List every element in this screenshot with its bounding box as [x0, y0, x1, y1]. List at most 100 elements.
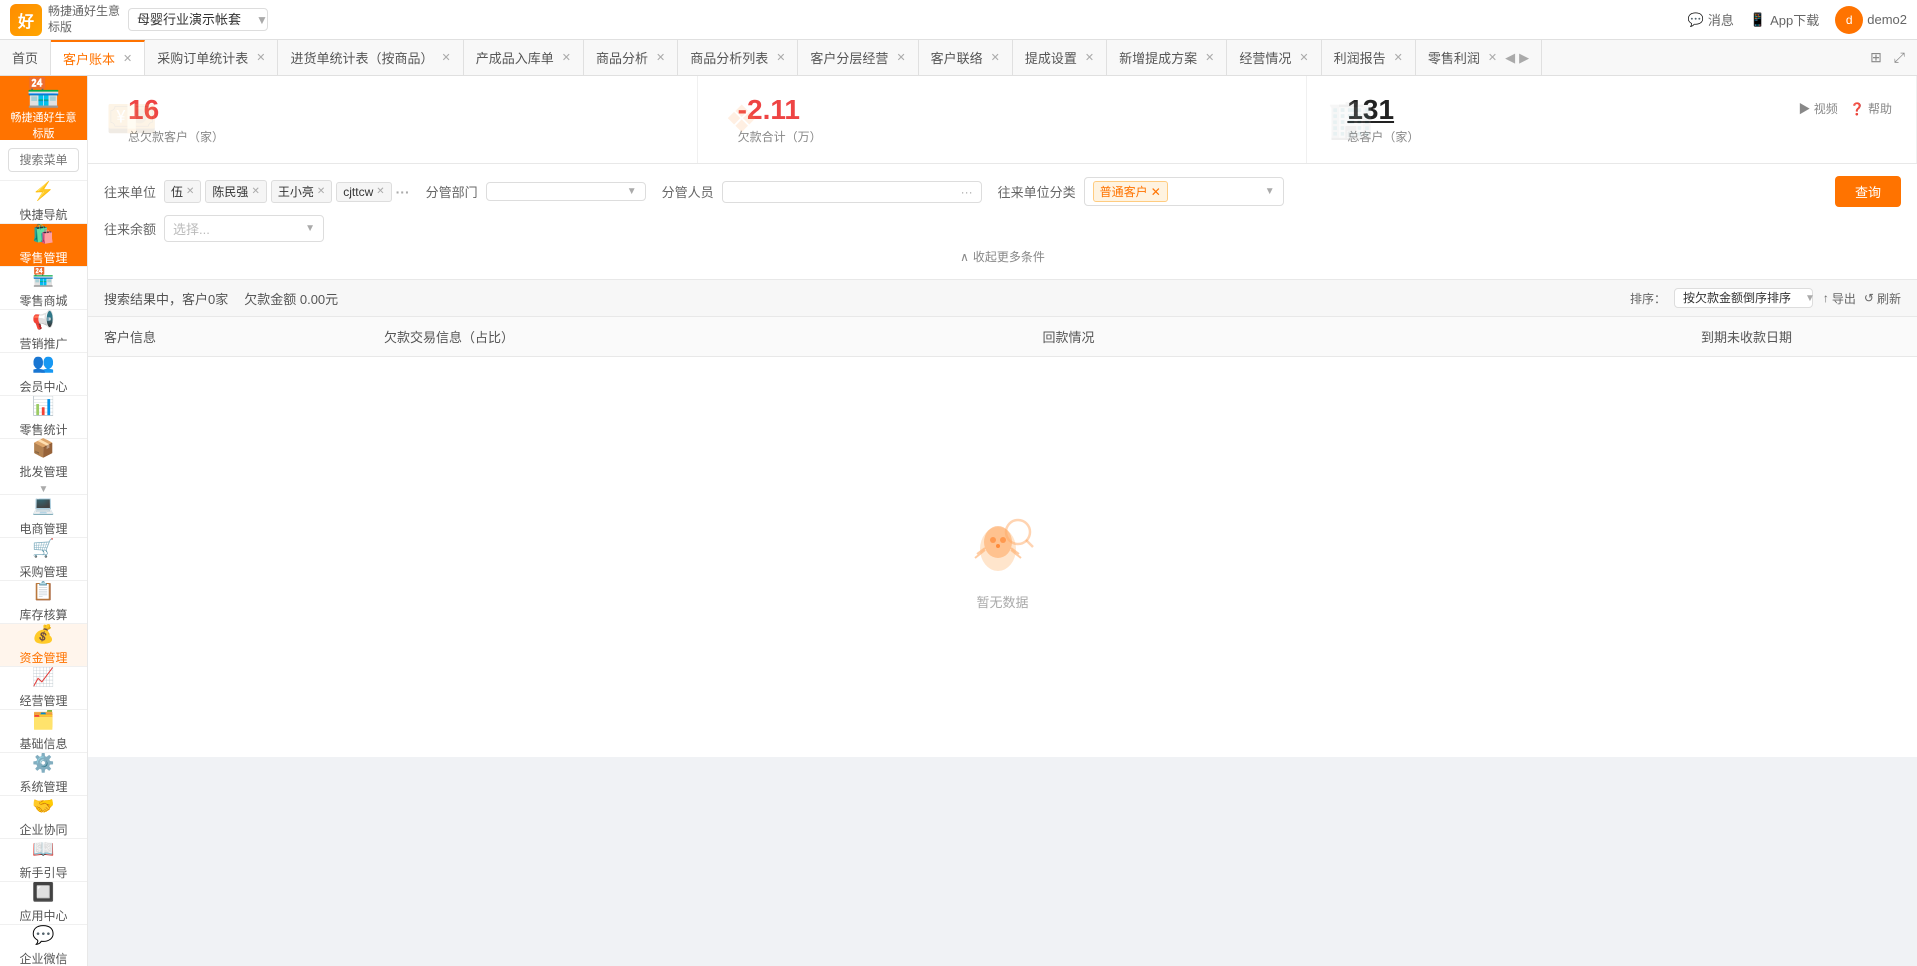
- tab-goods-analysis-list-label: 商品分析列表: [690, 48, 768, 67]
- sidebar-item-basic-info[interactable]: 🗂️ 基础信息: [0, 710, 87, 753]
- tab-goods-analysis-list-close[interactable]: ✕: [776, 51, 785, 64]
- filter-label-category: 往来单位分类: [998, 182, 1076, 201]
- sidebar-item-inventory[interactable]: 📋 库存核算: [0, 581, 87, 624]
- filter-tag-wu-close[interactable]: ✕: [186, 186, 194, 197]
- help-action[interactable]: ❓ 帮助: [1850, 100, 1892, 117]
- filter-more-btn[interactable]: ···: [396, 184, 410, 200]
- query-button[interactable]: 查询: [1835, 176, 1901, 207]
- tab-retail-profit-close[interactable]: ✕: [1488, 51, 1497, 64]
- stat-actions: ▶ 视频 ❓ 帮助: [1798, 92, 1892, 117]
- tab-customer-contact-label: 客户联络: [931, 48, 983, 67]
- tab-customer-account[interactable]: 客户账本 ✕: [51, 40, 145, 76]
- col-due-date: 到期未收款日期: [1701, 327, 1901, 346]
- tab-goods-analysis[interactable]: 商品分析 ✕: [584, 40, 678, 76]
- tab-new-commission-close[interactable]: ✕: [1205, 51, 1214, 64]
- filter-person-select[interactable]: ···: [722, 181, 982, 203]
- tab-product-inbound[interactable]: 产成品入库单 ✕: [464, 40, 584, 76]
- tab-goods-stats[interactable]: 进货单统计表（按商品） ✕: [278, 40, 463, 76]
- tab-goods-analysis-close[interactable]: ✕: [656, 51, 665, 64]
- sidebar-item-finance[interactable]: 💰 资金管理: [0, 624, 87, 667]
- store-selector[interactable]: 母婴行业演示帐套: [128, 8, 268, 31]
- filter-category-tag: 普通客户 ✕: [1093, 181, 1168, 202]
- sidebar-search-input[interactable]: [8, 148, 79, 172]
- stat-card-customers: 💴 16 总欠款客户（家）: [88, 76, 698, 163]
- sidebar-item-ecommerce[interactable]: 💻 电商管理: [0, 495, 87, 538]
- video-action[interactable]: ▶ 视频: [1798, 100, 1837, 117]
- user-name: demo2: [1867, 12, 1907, 27]
- sidebar-item-marketing[interactable]: 📢 营销推广: [0, 310, 87, 353]
- sidebar-item-retail-mall[interactable]: 🏪 零售商城: [0, 267, 87, 310]
- expand-tabs-icon[interactable]: ⊞: [1866, 47, 1886, 68]
- tab-customer-layer-close[interactable]: ✕: [896, 51, 905, 64]
- sidebar-item-operation-label: 经营管理: [19, 692, 67, 709]
- tab-profit[interactable]: 利润报告 ✕: [1322, 40, 1416, 76]
- tab-goods-analysis-list[interactable]: 商品分析列表 ✕: [678, 40, 798, 76]
- collapse-button[interactable]: ∧ 收起更多条件: [104, 242, 1901, 271]
- sidebar-item-wechat[interactable]: 💬 企业微信: [0, 925, 87, 966]
- stat-icon-building: 🏢: [1323, 92, 1379, 148]
- purchase-icon: 🛒: [32, 538, 54, 559]
- sidebar-item-member[interactable]: 👥 会员中心: [0, 353, 87, 396]
- tab-customer-account-close[interactable]: ✕: [123, 52, 132, 65]
- sidebar-item-retail[interactable]: 🛍️ 零售管理: [0, 224, 87, 267]
- app-download-action[interactable]: 📱 App下载: [1750, 10, 1819, 29]
- refresh-button[interactable]: ↺ 刷新: [1864, 290, 1901, 307]
- export-button[interactable]: ↑ 导出: [1823, 290, 1856, 307]
- tab-operation[interactable]: 经营情况 ✕: [1227, 40, 1321, 76]
- message-action[interactable]: 💬 消息: [1688, 10, 1734, 29]
- user-area[interactable]: d demo2: [1835, 6, 1907, 34]
- tab-purchase-order-close[interactable]: ✕: [256, 51, 265, 64]
- sidebar-item-retail-stats[interactable]: 📊 零售统计: [0, 396, 87, 439]
- person-more-icon: ···: [961, 185, 973, 199]
- tab-customer-contact[interactable]: 客户联络 ✕: [919, 40, 1013, 76]
- sidebar-item-guide[interactable]: 📖 新手引导: [0, 839, 87, 882]
- fullscreen-icon[interactable]: ⤢: [1890, 47, 1909, 68]
- filter-dept-select[interactable]: ▼: [486, 182, 646, 201]
- tab-product-inbound-close[interactable]: ✕: [562, 51, 571, 64]
- sidebar-item-app-center[interactable]: 🔲 应用中心: [0, 882, 87, 925]
- filter-tag-wang-close[interactable]: ✕: [317, 186, 325, 197]
- tab-operation-label: 经营情况: [1239, 48, 1291, 67]
- filter-tag-wang: 王小亮 ✕: [271, 180, 332, 203]
- tab-profit-close[interactable]: ✕: [1394, 51, 1403, 64]
- tab-commission-settings[interactable]: 提成设置 ✕: [1013, 40, 1107, 76]
- export-label: 导出: [1832, 290, 1856, 307]
- filter-tag-cjttcw-close[interactable]: ✕: [376, 186, 384, 197]
- table-wrap: 客户信息 欠款交易信息（占比） 回款情况 到期未收款日期: [88, 317, 1917, 757]
- amount-text: 欠款金额 0.00元: [244, 289, 338, 308]
- tab-new-commission[interactable]: 新增提成方案 ✕: [1107, 40, 1227, 76]
- tab-retail-profit[interactable]: 零售利润 ✕ ◀ ▶: [1416, 40, 1542, 76]
- tab-goods-stats-close[interactable]: ✕: [442, 51, 451, 64]
- topbar: 好 畅捷通好生意 标版 母婴行业演示帐套 ▼ 💬 消息 📱 App下载 d de…: [0, 0, 1917, 40]
- sidebar-item-cooperation-label: 企业协同: [19, 821, 67, 838]
- tab-home[interactable]: 首页: [0, 40, 51, 76]
- tab-commission-settings-close[interactable]: ✕: [1085, 51, 1094, 64]
- tab-operation-close[interactable]: ✕: [1299, 51, 1308, 64]
- retail-stats-icon: 📊: [32, 396, 54, 417]
- sidebar-item-operation[interactable]: 📈 经营管理: [0, 667, 87, 710]
- sidebar-item-quick-nav[interactable]: ⚡ 快捷导航: [0, 181, 87, 224]
- tab-customer-contact-close[interactable]: ✕: [991, 51, 1000, 64]
- filter-tag-chen-close[interactable]: ✕: [251, 186, 259, 197]
- chevron-left-icon[interactable]: ◀: [1505, 50, 1515, 66]
- logo-icon: 好: [10, 4, 42, 36]
- sidebar-item-system[interactable]: ⚙️ 系统管理: [0, 753, 87, 796]
- filter-row-1: 往来单位 伍 ✕ 陈民强 ✕ 王小亮 ✕ cjttcw: [104, 176, 1901, 207]
- filter-category-select[interactable]: 普通客户 ✕ ▼: [1084, 177, 1284, 206]
- tab-goods-stats-label: 进货单统计表（按商品）: [290, 48, 433, 67]
- sidebar-item-retail-stats-label: 零售统计: [19, 421, 67, 438]
- tab-purchase-order[interactable]: 采购订单统计表 ✕: [145, 40, 278, 76]
- member-icon: 👥: [32, 353, 54, 374]
- filter-balance-select[interactable]: 选择... ▼: [164, 215, 324, 242]
- tab-customer-layer[interactable]: 客户分层经营 ✕: [798, 40, 918, 76]
- sidebar-item-ecommerce-label: 电商管理: [19, 520, 67, 537]
- sidebar-item-wholesale[interactable]: 📦 批发管理 ▼: [0, 439, 87, 495]
- sidebar-item-purchase[interactable]: 🛒 采购管理: [0, 538, 87, 581]
- sidebar-item-cooperation[interactable]: 🤝 企业协同: [0, 796, 87, 839]
- sidebar: 🏪 畅捷通好生意标版 ⚡ 快捷导航 🛍️ 零售管理 🏪 零售商城 📢 营销推广 …: [0, 76, 88, 966]
- chevron-right-icon[interactable]: ▶: [1519, 50, 1529, 66]
- filter-category-tag-close[interactable]: ✕: [1151, 185, 1161, 199]
- sort-select[interactable]: 按欠款金额倒序排序: [1674, 288, 1813, 308]
- filter-tag-chen: 陈民强 ✕: [205, 180, 266, 203]
- tab-commission-settings-label: 提成设置: [1025, 48, 1077, 67]
